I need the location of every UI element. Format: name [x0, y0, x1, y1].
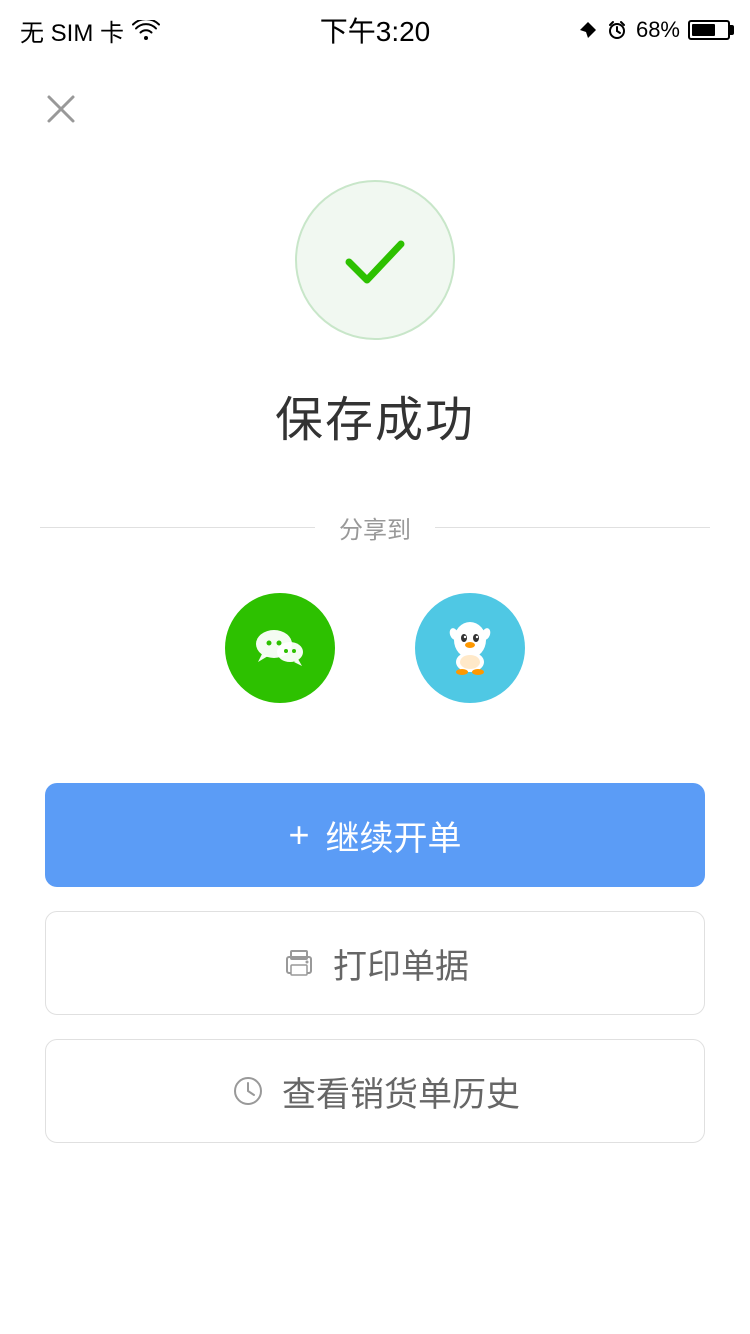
battery-percent: 68% [636, 17, 680, 43]
location-icon [578, 20, 598, 40]
close-button[interactable] [36, 84, 86, 134]
share-icons [225, 593, 525, 703]
continue-order-label: 继续开单 [326, 811, 462, 860]
qq-share-button[interactable] [415, 593, 525, 703]
divider-line-left [40, 527, 315, 528]
wechat-icon [248, 616, 312, 680]
alarm-icon [606, 19, 628, 41]
wifi-icon [132, 20, 160, 40]
action-buttons: + 继续开单 打印单据 查看销货单历史 [45, 783, 705, 1143]
share-divider: 分享到 [0, 510, 750, 545]
history-label: 查看销货单历史 [282, 1067, 520, 1116]
checkmark-icon [335, 220, 415, 300]
main-content: 保存成功 分享到 [0, 60, 750, 1334]
print-label: 打印单据 [333, 939, 469, 988]
plus-icon: + [288, 814, 309, 856]
status-right: 68% [578, 17, 730, 43]
sim-status: 无 SIM 卡 [20, 13, 124, 48]
print-icon [281, 945, 317, 981]
status-time: 下午3:20 [320, 10, 431, 50]
status-bar: 无 SIM 卡 下午3:20 68% [0, 0, 750, 60]
status-left: 无 SIM 卡 [20, 13, 160, 48]
divider-line-right [435, 527, 710, 528]
battery-icon [688, 20, 730, 40]
close-icon [43, 91, 79, 127]
success-icon-container [295, 180, 455, 340]
continue-order-button[interactable]: + 继续开单 [45, 783, 705, 887]
history-icon [230, 1073, 266, 1109]
history-button[interactable]: 查看销货单历史 [45, 1039, 705, 1143]
print-button[interactable]: 打印单据 [45, 911, 705, 1015]
wechat-share-button[interactable] [225, 593, 335, 703]
success-title: 保存成功 [275, 380, 475, 450]
qq-icon [440, 618, 500, 678]
share-divider-text: 分享到 [315, 510, 435, 545]
